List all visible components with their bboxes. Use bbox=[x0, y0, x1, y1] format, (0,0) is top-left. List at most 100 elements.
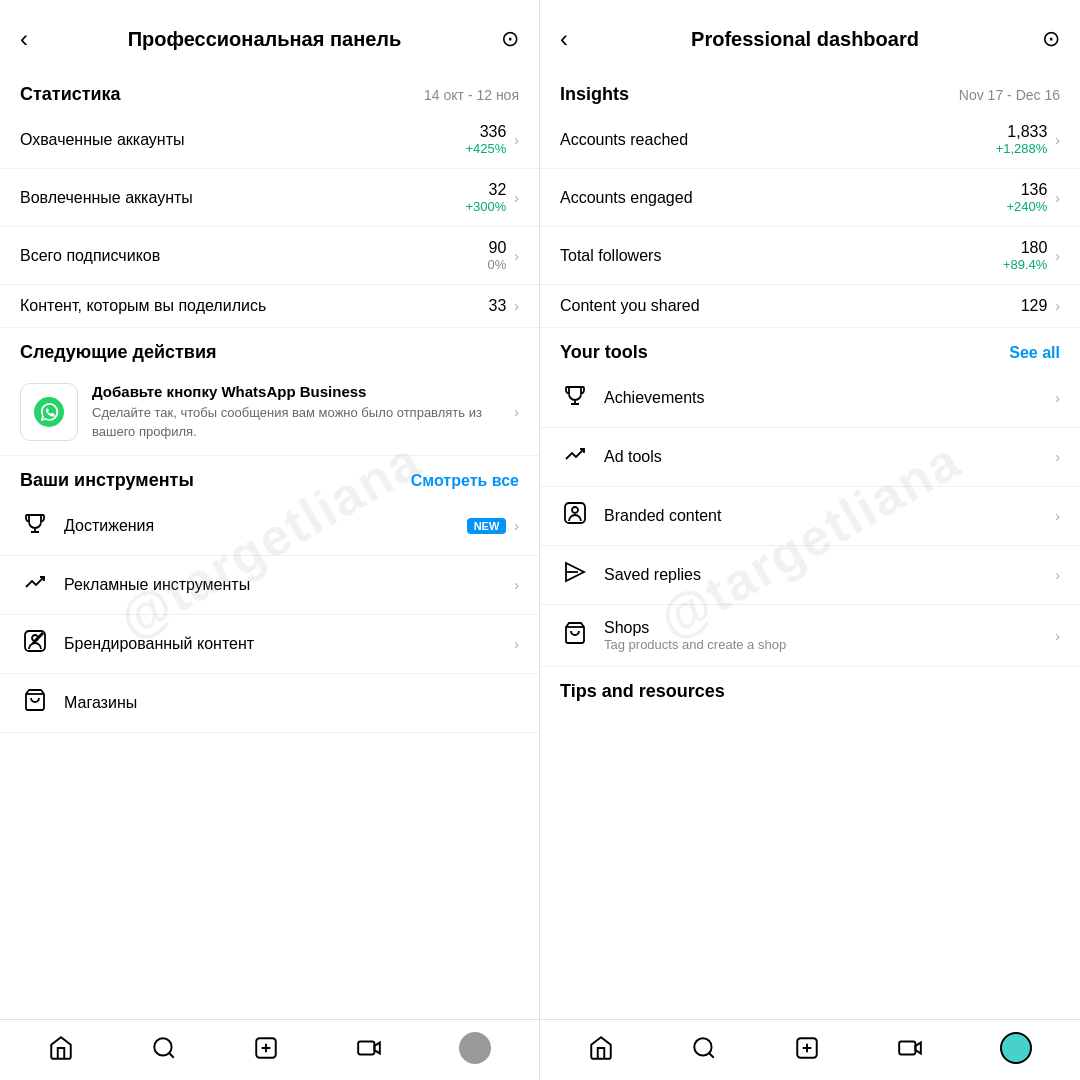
right-nav-avatar[interactable] bbox=[1000, 1032, 1032, 1064]
right-tool-left-shops: Shops Tag products and create a shop bbox=[560, 619, 786, 652]
right-nav-plus[interactable] bbox=[794, 1035, 820, 1061]
stat-row-2[interactable]: Всего подписчиков 90 0% › bbox=[0, 227, 539, 285]
whatsapp-chevron: › bbox=[514, 404, 519, 420]
right-nav-video[interactable] bbox=[897, 1035, 923, 1061]
right-stat-row-0[interactable]: Accounts reached 1,833 +1,288% › bbox=[540, 111, 1080, 169]
left-nav-video[interactable] bbox=[356, 1035, 382, 1061]
right-stat-row-1[interactable]: Accounts engaged 136 +240% › bbox=[540, 169, 1080, 227]
chevron-3: › bbox=[514, 298, 519, 314]
left-nav-plus[interactable] bbox=[253, 1035, 279, 1061]
left-nav-avatar[interactable] bbox=[459, 1032, 491, 1064]
chevron-2: › bbox=[514, 248, 519, 264]
stat-right-0: 336 +425% › bbox=[465, 123, 519, 156]
right-stat-value-2: 180 bbox=[1003, 239, 1047, 257]
left-insights-date: 14 окт - 12 ноя bbox=[424, 87, 519, 103]
right-tools-header: Your tools See all bbox=[540, 328, 1080, 369]
left-tool-row-shops[interactable]: Магазины › bbox=[0, 674, 539, 733]
left-shops-label: Магазины bbox=[64, 694, 137, 712]
right-tool-row-saved[interactable]: Saved replies › bbox=[540, 546, 1080, 605]
stat-value-0: 336 bbox=[465, 123, 506, 141]
right-tool-left-saved: Saved replies bbox=[560, 560, 701, 590]
right-tool-row-achievements[interactable]: Achievements › bbox=[540, 369, 1080, 428]
left-tools-header: Ваши инструменты Смотреть все bbox=[0, 456, 539, 497]
right-shops-sub: Tag products and create a shop bbox=[604, 637, 786, 652]
right-insights-header: Insights Nov 17 - Dec 16 bbox=[540, 70, 1080, 111]
left-tool-row-ad[interactable]: Рекламные инструменты › bbox=[0, 556, 539, 615]
right-saved-chevron: › bbox=[1055, 567, 1060, 583]
right-tool-row-branded[interactable]: Branded content › bbox=[540, 487, 1080, 546]
right-stat-row-3[interactable]: Content you shared 129 › bbox=[540, 285, 1080, 328]
stat-label-2: Всего подписчиков bbox=[20, 247, 160, 265]
stat-change-0: +425% bbox=[465, 141, 506, 156]
left-back-button[interactable]: ‹ bbox=[20, 25, 28, 53]
right-trophy-icon bbox=[560, 383, 590, 413]
whatsapp-icon bbox=[33, 396, 65, 428]
stat-value-3: 33 bbox=[489, 297, 507, 315]
right-chevron-1: › bbox=[1055, 190, 1060, 206]
right-stat-value-0: 1,833 bbox=[996, 123, 1048, 141]
svg-point-12 bbox=[572, 507, 578, 513]
stat-right-3: 33 › bbox=[489, 297, 519, 315]
next-actions-header: Следующие действия bbox=[0, 328, 539, 369]
left-tool-left-achievements: Достижения bbox=[20, 511, 154, 541]
right-nav-search[interactable] bbox=[691, 1035, 717, 1061]
left-bottom-nav bbox=[0, 1019, 539, 1080]
right-chevron-3: › bbox=[1055, 298, 1060, 314]
right-see-all-button[interactable]: See all bbox=[1009, 344, 1060, 362]
left-ad-label: Рекламные инструменты bbox=[64, 576, 250, 594]
right-insights-title: Insights bbox=[560, 84, 629, 105]
right-shop-icon bbox=[560, 621, 590, 651]
left-see-all-button[interactable]: Смотреть все bbox=[411, 472, 519, 490]
chevron-1: › bbox=[514, 190, 519, 206]
right-nav-home[interactable] bbox=[588, 1035, 614, 1061]
stat-row-3[interactable]: Контент, которым вы поделились 33 › bbox=[0, 285, 539, 328]
ad-chevron: › bbox=[514, 577, 519, 593]
stat-label-1: Вовлеченные аккаунты bbox=[20, 189, 193, 207]
trophy-icon bbox=[20, 511, 50, 541]
stat-right-1: 32 +300% › bbox=[465, 181, 519, 214]
stat-row-0[interactable]: Охваченные аккаунты 336 +425% › bbox=[0, 111, 539, 169]
right-stat-value-3: 129 bbox=[1021, 297, 1048, 315]
right-tool-row-shops[interactable]: Shops Tag products and create a shop › bbox=[540, 605, 1080, 667]
stat-value-group-3: 33 bbox=[489, 297, 507, 315]
left-tool-left-branded: Брендированный контент bbox=[20, 629, 254, 659]
right-header: ‹ Professional dashboard ⊙ bbox=[540, 0, 1080, 70]
stat-right-2: 90 0% › bbox=[488, 239, 519, 272]
right-tool-row-ad[interactable]: Ad tools › bbox=[540, 428, 1080, 487]
left-nav-home[interactable] bbox=[48, 1035, 74, 1061]
right-settings-icon[interactable]: ⊙ bbox=[1042, 26, 1060, 52]
achievements-right: NEW › bbox=[467, 518, 519, 534]
right-stat-right-1: 136 +240% › bbox=[1006, 181, 1060, 214]
right-stat-right-2: 180 +89.4% › bbox=[1003, 239, 1060, 272]
right-stat-label-3: Content you shared bbox=[560, 297, 700, 315]
left-nav-search[interactable] bbox=[151, 1035, 177, 1061]
right-insights-date: Nov 17 - Dec 16 bbox=[959, 87, 1060, 103]
right-bottom-nav bbox=[540, 1019, 1080, 1080]
left-settings-icon[interactable]: ⊙ bbox=[501, 26, 519, 52]
right-shops-chevron: › bbox=[1055, 628, 1060, 644]
right-back-button[interactable]: ‹ bbox=[560, 25, 568, 53]
left-tool-row-achievements[interactable]: Достижения NEW › bbox=[0, 497, 539, 556]
right-tools-title: Your tools bbox=[560, 342, 648, 363]
left-tool-left-shops: Магазины bbox=[20, 688, 137, 718]
shop-icon bbox=[20, 688, 50, 718]
stat-change-2: 0% bbox=[488, 257, 507, 272]
stat-row-1[interactable]: Вовлеченные аккаунты 32 +300% › bbox=[0, 169, 539, 227]
stat-value-group-1: 32 +300% bbox=[465, 181, 506, 214]
svg-point-4 bbox=[154, 1038, 171, 1055]
left-tools-title: Ваши инструменты bbox=[20, 470, 194, 491]
svg-line-5 bbox=[169, 1053, 174, 1058]
right-stat-change-1: +240% bbox=[1006, 199, 1047, 214]
right-stat-row-2[interactable]: Total followers 180 +89.4% › bbox=[540, 227, 1080, 285]
branded-chevron: › bbox=[514, 636, 519, 652]
new-badge: NEW bbox=[467, 518, 507, 534]
stat-label-3: Контент, которым вы поделились bbox=[20, 297, 266, 315]
left-tool-row-branded[interactable]: Брендированный контент › bbox=[0, 615, 539, 674]
whatsapp-action-row[interactable]: Добавьте кнопку WhatsApp Business Сделай… bbox=[0, 369, 539, 456]
right-stat-right-3: 129 › bbox=[1021, 297, 1060, 315]
right-trending-icon bbox=[560, 442, 590, 472]
right-panel: @targetliana ‹ Professional dashboard ⊙ … bbox=[540, 0, 1080, 1080]
trending-icon bbox=[20, 570, 50, 600]
person-tag-icon bbox=[20, 629, 50, 659]
right-chevron-2: › bbox=[1055, 248, 1060, 264]
